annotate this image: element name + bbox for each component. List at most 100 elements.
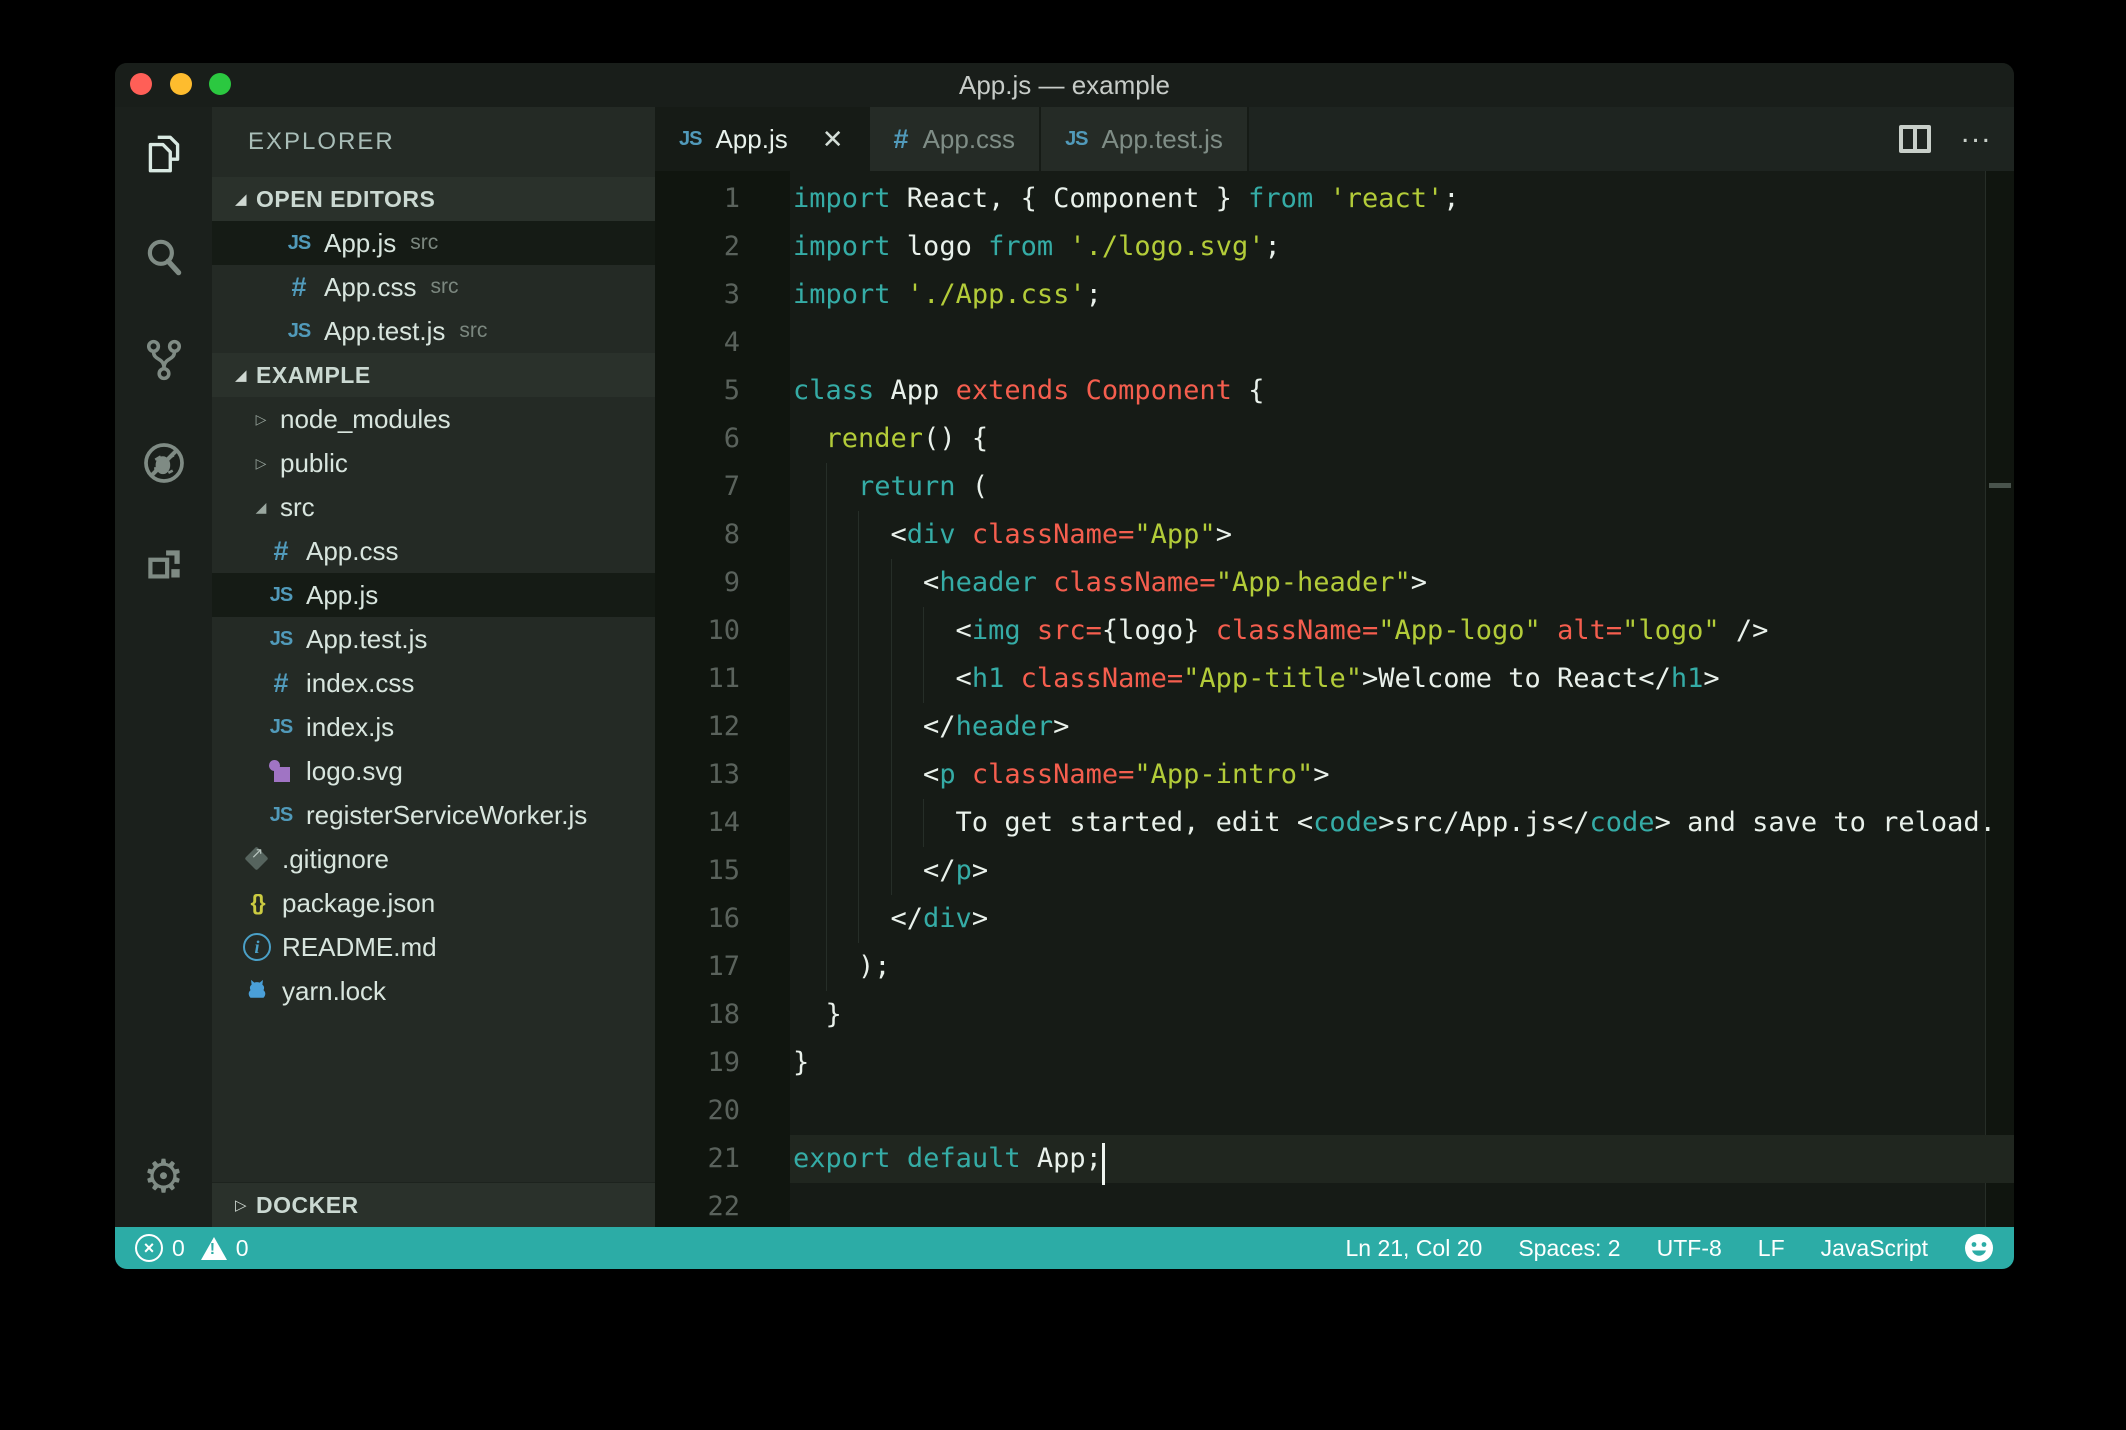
file-row[interactable]: JS registerServiceWorker.js — [212, 793, 655, 837]
file-row[interactable]: i README.md — [212, 925, 655, 969]
example-section-header[interactable]: EXAMPLE — [212, 353, 655, 397]
status-language-mode[interactable]: JavaScript — [1821, 1235, 1928, 1262]
explorer-icon[interactable] — [139, 129, 189, 179]
code-line[interactable]: 4 — [655, 319, 2014, 367]
folder-row[interactable]: node_modules — [212, 397, 655, 441]
code-line[interactable]: 1 import React, { Component } from 'react… — [655, 175, 2014, 223]
open-editor-row[interactable]: JS App.test.js src — [212, 309, 655, 353]
file-row[interactable]: JS App.test.js — [212, 617, 655, 661]
code-line[interactable]: 13 <p className="App-intro"> — [655, 751, 2014, 799]
split-editor-icon[interactable] — [1898, 125, 1931, 153]
line-number: 17 — [707, 951, 740, 982]
open-editors-label: OPEN EDITORS — [256, 185, 436, 212]
file-label: App.css — [306, 535, 399, 566]
chevron-expanded-icon — [226, 366, 256, 384]
line-number: 1 — [723, 183, 740, 214]
line-number: 6 — [723, 423, 740, 454]
folder-row[interactable]: public — [212, 441, 655, 485]
code-line[interactable]: 2 import logo from './logo.svg'; — [655, 223, 2014, 271]
code-line[interactable]: 20 — [655, 1087, 2014, 1135]
status-errors[interactable]: × 0 — [135, 1234, 185, 1262]
code-line[interactable]: 9 <header className="App-header"> — [655, 559, 2014, 607]
more-actions-icon[interactable]: ... — [1961, 118, 1992, 148]
folder-label: node_modules — [280, 403, 451, 434]
status-warnings[interactable]: 0 — [200, 1234, 249, 1262]
file-row[interactable]: # App.css — [212, 529, 655, 573]
js-file-icon: JS — [269, 627, 293, 650]
status-bar: ×00 Ln 21, Col 20Spaces: 2UTF-8LFJavaScr… — [115, 1227, 2014, 1269]
code-line[interactable]: 12 </header> — [655, 703, 2014, 751]
file-row[interactable]: {} package.json — [212, 881, 655, 925]
code-line[interactable]: 19} — [655, 1039, 2014, 1087]
code-line[interactable]: 16 </div> — [655, 895, 2014, 943]
css-file-icon: # — [273, 667, 289, 698]
debug-icon[interactable] — [139, 438, 189, 488]
extensions-icon[interactable] — [139, 541, 189, 591]
status-eol[interactable]: LF — [1758, 1235, 1785, 1262]
indent-guide — [890, 607, 892, 655]
file-row[interactable]: JS index.js — [212, 705, 655, 749]
line-number: 22 — [707, 1191, 740, 1222]
code-line[interactable]: 7 return ( — [655, 463, 2014, 511]
tab-app-test-js[interactable]: JS App.test.js — [1041, 107, 1249, 171]
status-warning-count: 0 — [235, 1234, 249, 1261]
line-number: 11 — [707, 663, 740, 694]
open-editors-section-header[interactable]: OPEN EDITORS — [212, 177, 655, 221]
open-editor-file-label: App.css — [324, 271, 417, 302]
feedback-smiley-icon[interactable] — [1964, 1233, 1994, 1263]
search-icon[interactable] — [139, 232, 189, 282]
indent-guide — [858, 607, 860, 655]
line-number: 9 — [723, 567, 740, 598]
file-label: App.test.js — [306, 623, 428, 654]
file-row[interactable]: yarn.lock — [212, 969, 655, 1013]
folder-label: public — [280, 447, 348, 478]
file-row[interactable]: JS App.js — [212, 573, 655, 617]
folder-row[interactable]: src — [212, 485, 655, 529]
code-editor[interactable]: 1 import React, { Component } from 'react… — [655, 171, 2014, 1227]
line-number: 2 — [723, 231, 740, 262]
file-row[interactable]: logo.svg — [212, 749, 655, 793]
open-editor-row[interactable]: JS App.js src — [212, 221, 655, 265]
window-title: App.js — example — [959, 70, 1170, 100]
file-row[interactable]: # index.css — [212, 661, 655, 705]
indent-guide — [923, 799, 925, 847]
code-line[interactable]: 10 <img src={logo} className="App-logo" … — [655, 607, 2014, 655]
status-encoding[interactable]: UTF-8 — [1657, 1235, 1722, 1262]
settings-gear-icon[interactable]: ⚙ — [139, 1151, 189, 1201]
source-control-icon[interactable] — [139, 335, 189, 385]
file-row[interactable]: ↗ .gitignore — [212, 837, 655, 881]
code-line[interactable]: 3 import './App.css'; — [655, 271, 2014, 319]
docker-section-header[interactable]: DOCKER — [212, 1182, 655, 1227]
code-line[interactable]: 17 ); — [655, 943, 2014, 991]
code-line[interactable]: 5 class App extends Component { — [655, 367, 2014, 415]
file-label: registerServiceWorker.js — [306, 799, 588, 830]
code-line[interactable]: 14 To get started, edit <code>src/App.js… — [655, 799, 2014, 847]
line-number: 16 — [707, 903, 740, 934]
indent-guide — [825, 703, 827, 751]
close-tab-icon[interactable]: ✕ — [822, 126, 844, 152]
file-label: README.md — [282, 931, 437, 962]
code-line[interactable]: 15 </p> — [655, 847, 2014, 895]
css-file-icon: # — [291, 271, 307, 302]
code-line[interactable]: 8 <div className="App"> — [655, 511, 2014, 559]
title-bar[interactable]: App.js — example — [115, 63, 2014, 107]
status-error-count: 0 — [172, 1234, 185, 1261]
indent-guide — [858, 847, 860, 895]
open-editor-file-label: App.test.js — [324, 315, 446, 346]
code-line[interactable]: 6 render() { — [655, 415, 2014, 463]
warning-icon — [200, 1236, 227, 1260]
line-number: 12 — [707, 711, 740, 742]
open-editor-row[interactable]: # App.css src — [212, 265, 655, 309]
tab-label: App.test.js — [1101, 123, 1223, 154]
status-indentation[interactable]: Spaces: 2 — [1518, 1235, 1620, 1262]
code-line[interactable]: 22 — [655, 1183, 2014, 1227]
tab-app-js[interactable]: JS App.js ✕ — [655, 107, 870, 171]
code-line[interactable]: 18 } — [655, 991, 2014, 1039]
code-line[interactable]: 11 <h1 className="App-title">Welcome to … — [655, 655, 2014, 703]
file-label: yarn.lock — [282, 975, 387, 1006]
code-line[interactable]: 21 export default App; — [655, 1135, 2014, 1185]
tab-app-css[interactable]: # App.css — [869, 107, 1042, 171]
status-cursor-position[interactable]: Ln 21, Col 20 — [1345, 1235, 1482, 1262]
activity-bar: ⚙ — [115, 107, 212, 1227]
chevron-expanded-icon — [248, 499, 274, 516]
